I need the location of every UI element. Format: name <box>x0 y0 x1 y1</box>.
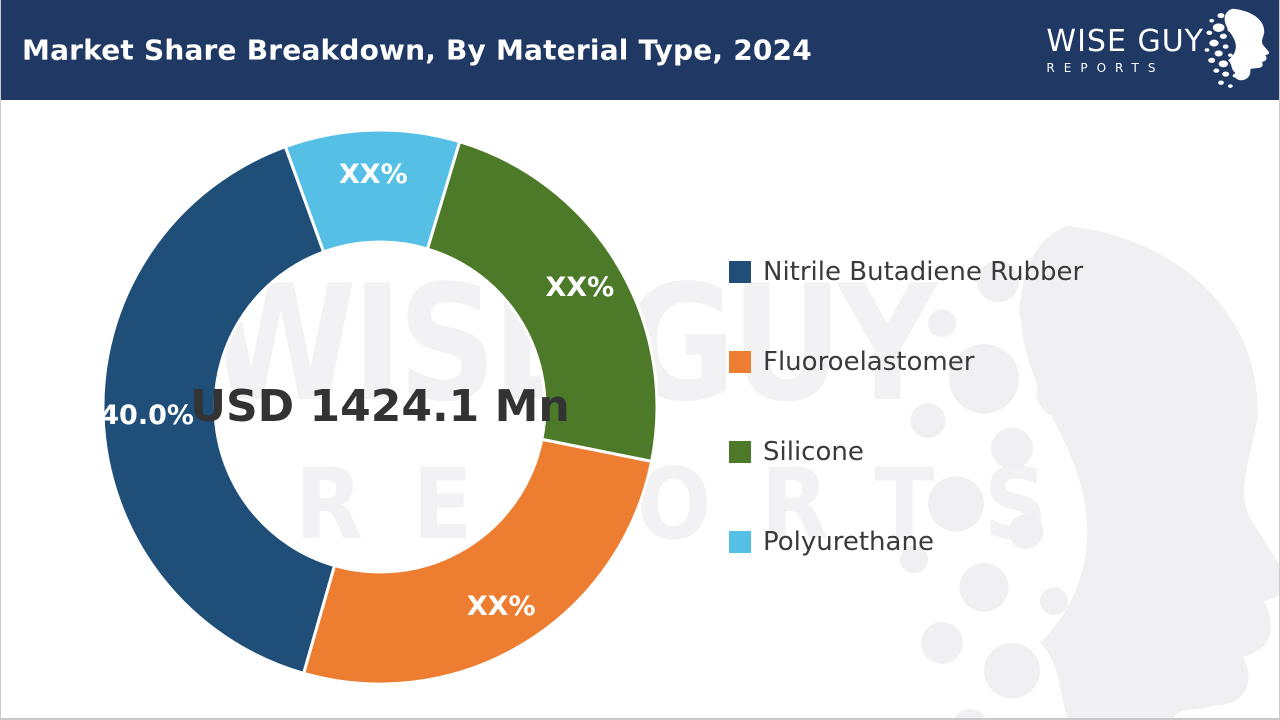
chart-legend: Nitrile Butadiene Rubber Fluoroelastomer S… <box>729 258 1083 618</box>
logo-wordmark: WISE GUY <box>1046 23 1204 59</box>
legend-item-nitrile-butadiene-rubber: Nitrile Butadiene Rubber <box>729 258 1083 286</box>
legend-swatch-silicone <box>729 441 751 463</box>
infographic-canvas: WISE GUY REPORTS Market Share Breakdown,… <box>0 0 1280 720</box>
legend-item-polyurethane: Polyurethane <box>729 528 1083 556</box>
chart-center-value: USD 1424.1 Mn <box>190 381 570 432</box>
legend-swatch-polyurethane <box>729 531 751 553</box>
legend-label-nitrile-butadiene-rubber: Nitrile Butadiene Rubber <box>763 257 1084 287</box>
legend-item-silicone: Silicone <box>729 438 1083 466</box>
legend-swatch-nitrile-butadiene-rubber <box>729 261 751 283</box>
slice-label-silicone: XX% <box>545 272 614 303</box>
slice-label-polyurethane: XX% <box>339 159 408 190</box>
legend-label-silicone: Silicone <box>763 437 864 467</box>
header-bar: Market Share Breakdown, By Material Type… <box>0 0 1280 100</box>
logo-text: WISE GUY REPORTS <box>1046 23 1204 75</box>
donut-slice-fluoroelastomer <box>302 437 654 686</box>
logo-face-icon <box>1200 7 1270 93</box>
legend-label-polyurethane: Polyurethane <box>763 527 934 557</box>
wise-guy-reports-logo: WISE GUY REPORTS <box>1046 6 1270 94</box>
logo-subtitle: REPORTS <box>1046 60 1165 75</box>
legend-label-fluoroelastomer: Fluoroelastomer <box>763 347 975 377</box>
slice-label-fluoroelastomer: XX% <box>467 591 536 622</box>
legend-swatch-fluoroelastomer <box>729 351 751 373</box>
page-title: Market Share Breakdown, By Material Type… <box>22 33 812 67</box>
legend-item-fluoroelastomer: Fluoroelastomer <box>729 348 1083 376</box>
